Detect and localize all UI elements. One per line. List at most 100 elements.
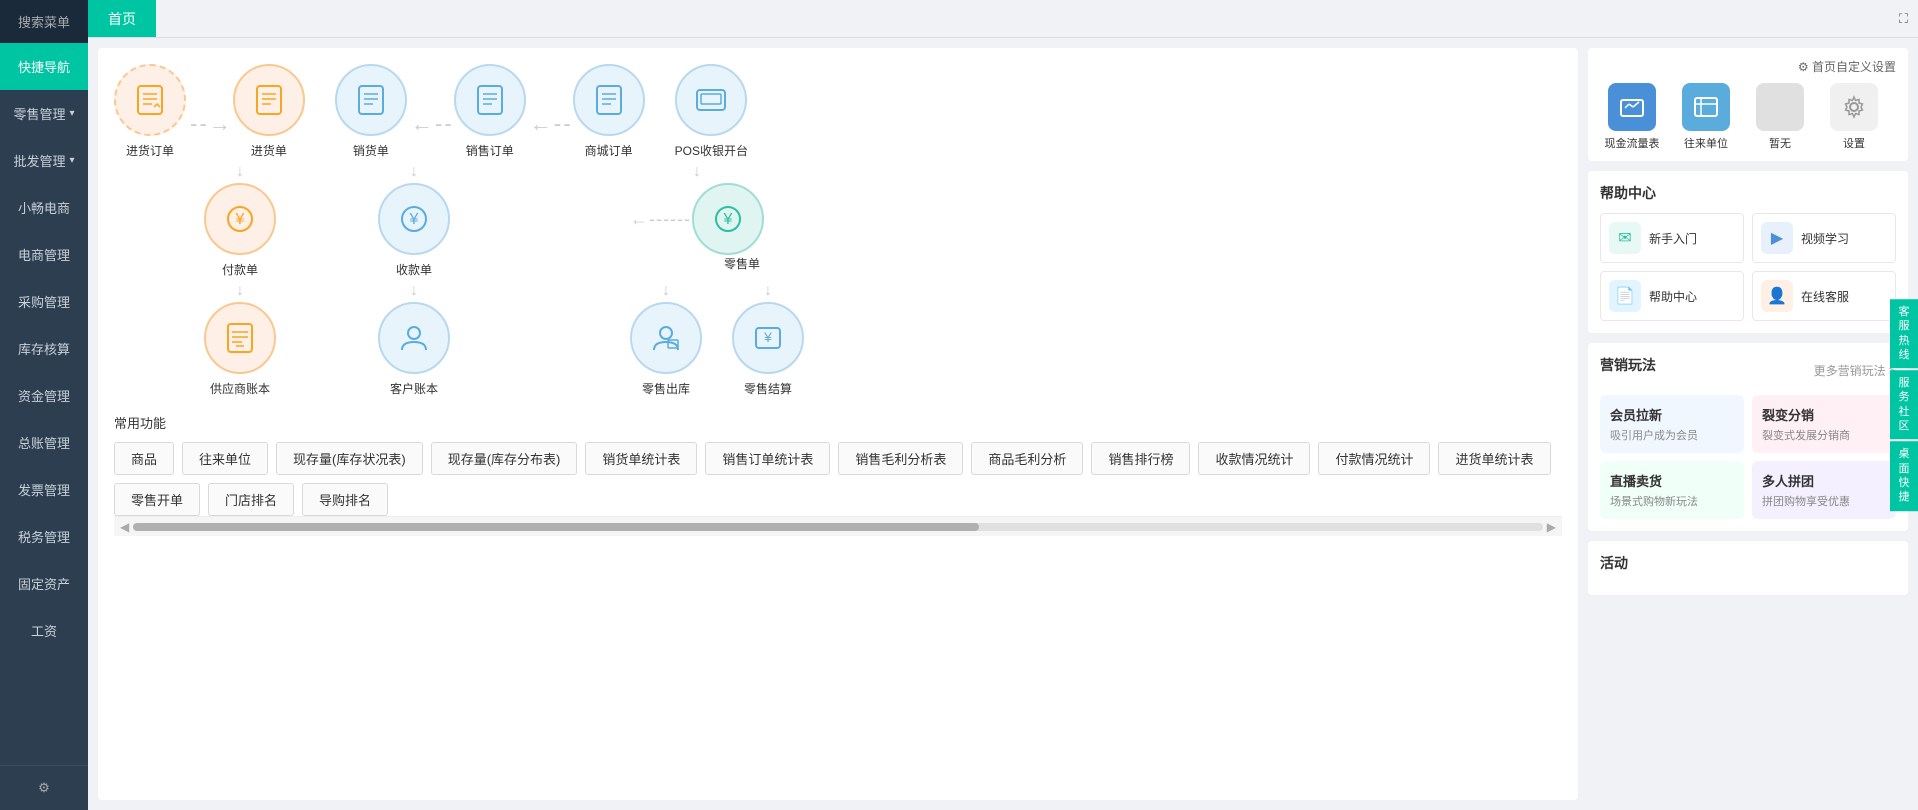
node-receipt[interactable]: ¥ (378, 183, 450, 255)
node-mall-order[interactable] (573, 64, 645, 136)
chevron-down-icon: ▾ (69, 155, 74, 166)
sidebar-search[interactable]: 搜索菜单 (0, 0, 88, 43)
svg-text:¥: ¥ (763, 329, 772, 345)
content-area: 进货订单 - - → 进货单 (88, 38, 1918, 810)
activity-section: 活动 (1588, 541, 1908, 595)
help-center-section: 帮助中心 ✉ 新手入门 ▶ 视频学习 📄 帮助中心 👤 (1588, 171, 1908, 333)
node-supplier-account[interactable] (204, 302, 276, 374)
qa-partners[interactable]: 往来单位 (1674, 83, 1738, 151)
workflow-diagram: 进货订单 - - → 进货单 (114, 64, 1562, 397)
btn-stock-dist[interactable]: 现存量(库存分布表) (431, 442, 578, 475)
node-retail-bill[interactable]: ¥ (692, 183, 764, 255)
scroll-thumb (133, 523, 979, 531)
sidebar-item-payroll[interactable]: 工资 (0, 607, 88, 654)
marketing-group[interactable]: 多人拼团 拼团购物享受优惠 (1752, 461, 1896, 519)
btn-sales-stat[interactable]: 销货单统计表 (585, 442, 697, 475)
btn-partners[interactable]: 往来单位 (182, 442, 268, 475)
btn-stock-status[interactable]: 现存量(库存状况表) (276, 442, 423, 475)
right-panel: ⚙ 首页自定义设置 现金流量表 往来单位 (1588, 48, 1908, 800)
qa-settings[interactable]: 设置 (1822, 83, 1886, 151)
node-purchase-bill[interactable] (233, 64, 305, 136)
node-sales-order[interactable] (454, 64, 526, 136)
svg-text:¥: ¥ (235, 211, 245, 228)
help-service[interactable]: 👤 在线客服 (1752, 271, 1896, 321)
btn-sales-order-stat[interactable]: 销售订单统计表 (705, 442, 830, 475)
activity-title: 活动 (1600, 553, 1896, 573)
marketing-section: 营销玩法 更多营销玩法 > 会员拉新 吸引用户成为会员 裂变分销 裂变式发展分销… (1588, 343, 1908, 531)
btn-goods[interactable]: 商品 (114, 442, 174, 475)
workflow-col-mall-order: 商城订单 (573, 64, 645, 159)
btn-store-rank[interactable]: 门店排名 (208, 483, 294, 516)
marketing-live[interactable]: 直播卖货 场景式购物新玩法 (1600, 461, 1744, 519)
float-desktop-shortcut[interactable]: 桌面快捷 (1890, 442, 1918, 511)
help-beginner[interactable]: ✉ 新手入门 (1600, 213, 1744, 263)
node-payment[interactable]: ¥ (204, 183, 276, 255)
col-payment: ↓ ¥ 付款单 (204, 163, 276, 278)
scroll-left-icon[interactable]: ◀ (120, 520, 129, 534)
marketing-member[interactable]: 会员拉新 吸引用户成为会员 (1600, 395, 1744, 453)
marketing-header: 营销玩法 更多营销玩法 > (1600, 355, 1896, 385)
more-marketing-link[interactable]: 更多营销玩法 > (1814, 362, 1896, 379)
arrow-connector-1: - - → (186, 111, 233, 137)
settings-gear-icon[interactable]: ⚙ (0, 766, 88, 810)
service-icon: 👤 (1761, 280, 1793, 312)
node-retail-settlement[interactable]: ¥ (732, 302, 804, 374)
help-video[interactable]: ▶ 视频学习 (1752, 213, 1896, 263)
sidebar: 搜索菜单 快捷导航 零售管理 ▾ 批发管理 ▾ 小畅电商 电商管理 采购管理 库… (0, 0, 88, 810)
help-grid: ✉ 新手入门 ▶ 视频学习 📄 帮助中心 👤 在线客服 (1600, 213, 1896, 321)
btn-retail-order[interactable]: 零售开单 (114, 483, 200, 516)
help-center-title: 帮助中心 (1600, 183, 1896, 203)
sidebar-item-purchase[interactable]: 采购管理 (0, 278, 88, 325)
sidebar-item-ecommerce-small[interactable]: 小畅电商 (0, 184, 88, 231)
help-docs[interactable]: 📄 帮助中心 (1600, 271, 1744, 321)
sidebar-item-finance[interactable]: 资金管理 (0, 372, 88, 419)
col-retail-bill: ↓ ← - - - - - - ¥ 零售单 (630, 163, 764, 272)
btn-guide-rank[interactable]: 导购排名 (302, 483, 388, 516)
horizontal-scrollbar[interactable]: ◀ ▶ (114, 516, 1562, 536)
sidebar-item-retail[interactable]: 零售管理 ▾ (0, 90, 88, 137)
btn-receipt-stat[interactable]: 收款情况统计 (1198, 442, 1310, 475)
qa-cashflow[interactable]: 现金流量表 (1600, 83, 1664, 151)
sidebar-bottom: ⚙ (0, 765, 88, 810)
node-pos[interactable] (675, 64, 747, 136)
expand-icon[interactable]: ⛶ (1889, 11, 1918, 27)
scroll-right-icon[interactable]: ▶ (1547, 520, 1556, 534)
marketing-grid: 会员拉新 吸引用户成为会员 裂变分销 裂变式发展分销商 直播卖货 场景式购物新玩… (1600, 395, 1896, 519)
cashflow-icon (1608, 83, 1656, 131)
sidebar-item-wholesale[interactable]: 批发管理 ▾ (0, 137, 88, 184)
workflow-col-purchase-order: 进货订单 (114, 64, 186, 159)
scroll-track (133, 523, 1543, 531)
sidebar-item-tax[interactable]: 税务管理 (0, 513, 88, 560)
main-area: 首页 ⛶ 进货订单 - - → (88, 0, 1918, 810)
quick-functions-section: 常用功能 商品 往来单位 现存量(库存状况表) 现存量(库存分布表) 销货单统计… (114, 413, 1562, 516)
tab-home[interactable]: 首页 (88, 0, 156, 37)
svg-text:¥: ¥ (723, 211, 733, 228)
tab-bar: 首页 ⛶ (88, 0, 1918, 38)
node-customer-account[interactable] (378, 302, 450, 374)
marketing-title: 营销玩法 (1600, 355, 1656, 375)
sidebar-item-fixed-assets[interactable]: 固定资产 (0, 560, 88, 607)
workflow-col-sales-bill: 销货单 (335, 64, 407, 159)
quick-functions-title: 常用功能 (114, 413, 1562, 432)
btn-purchase-stat[interactable]: 进货单统计表 (1438, 442, 1550, 475)
sidebar-item-quick-nav[interactable]: 快捷导航 (0, 43, 88, 90)
sidebar-item-ecommerce-mgmt[interactable]: 电商管理 (0, 231, 88, 278)
sidebar-item-invoice[interactable]: 发票管理 (0, 466, 88, 513)
float-service-community[interactable]: 服务社区 (1890, 370, 1918, 439)
sidebar-item-ledger[interactable]: 总账管理 (0, 419, 88, 466)
node-sales-bill[interactable] (335, 64, 407, 136)
marketing-fission[interactable]: 裂变分销 裂变式发展分销商 (1752, 395, 1896, 453)
node-retail-outbound[interactable] (630, 302, 702, 374)
homepage-setting-link[interactable]: ⚙ 首页自定义设置 (1600, 58, 1896, 75)
btn-sales-profit[interactable]: 销售毛利分析表 (838, 442, 963, 475)
btn-goods-profit[interactable]: 商品毛利分析 (971, 442, 1083, 475)
float-service-hotline[interactable]: 客服热线 (1890, 299, 1918, 368)
settings-icon (1830, 83, 1878, 131)
row3: ↓ 供应商账本 ↓ 客户账本 (114, 282, 1562, 397)
chevron-down-icon: ▾ (69, 108, 74, 119)
sidebar-item-inventory[interactable]: 库存核算 (0, 325, 88, 372)
docs-icon: 📄 (1609, 280, 1641, 312)
btn-payment-stat[interactable]: 付款情况统计 (1318, 442, 1430, 475)
node-purchase-order[interactable] (114, 64, 186, 136)
btn-sales-rank[interactable]: 销售排行榜 (1091, 442, 1190, 475)
